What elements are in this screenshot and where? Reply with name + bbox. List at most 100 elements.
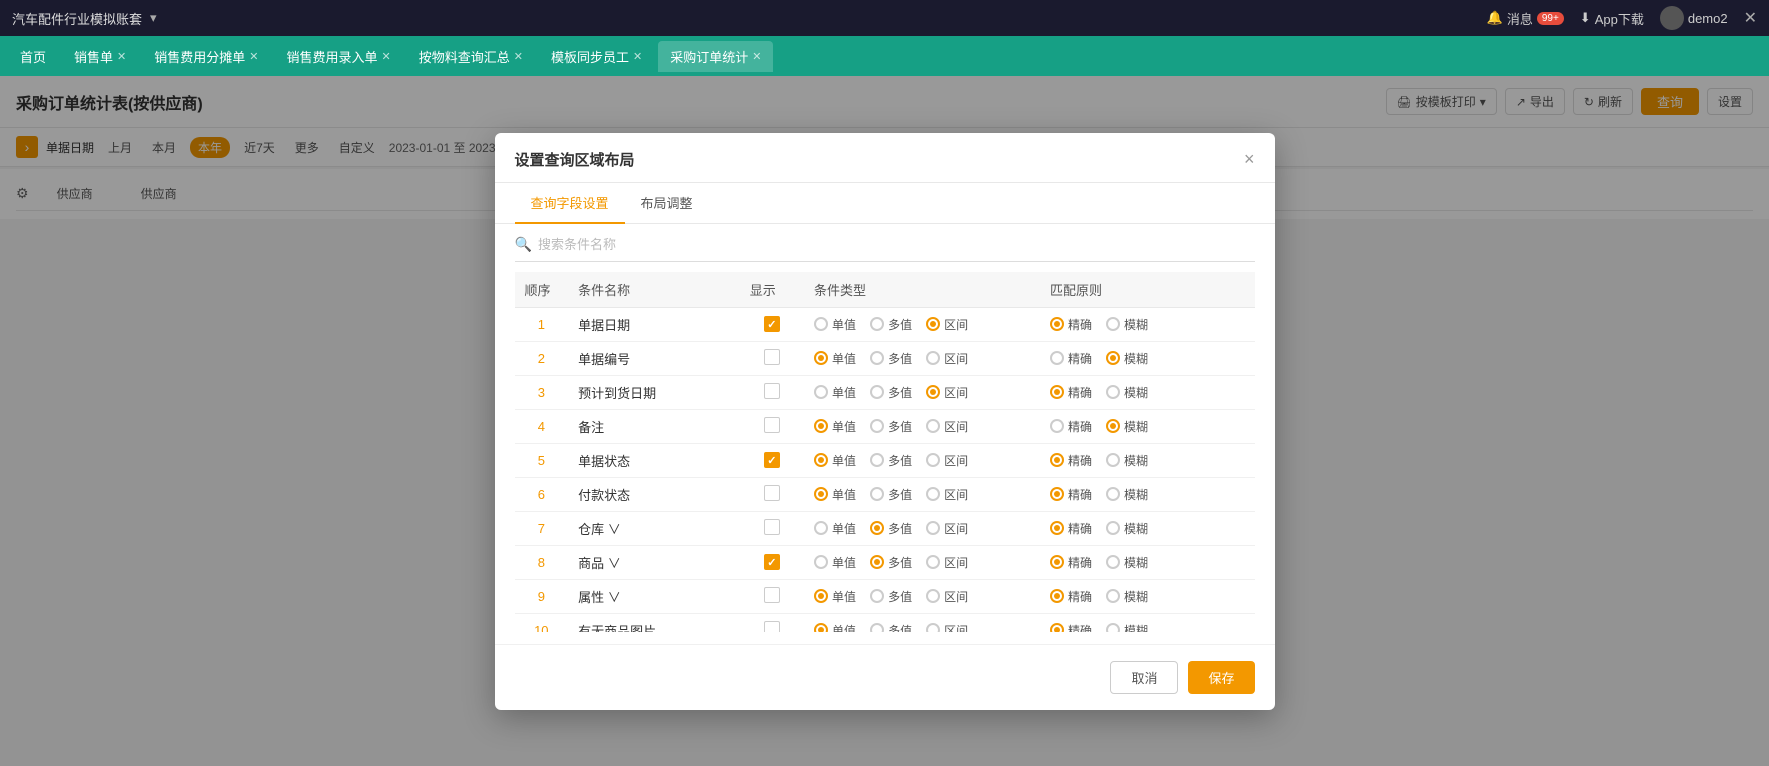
dialog-tab-layout[interactable]: 布局调整 — [625, 183, 709, 224]
nav-tab-material-close[interactable]: ✕ — [514, 50, 523, 63]
type-radio-item[interactable]: 区间 — [926, 588, 968, 605]
modal-overlay[interactable]: 设置查询区域布局 × 查询字段设置 布局调整 🔍 — [0, 76, 1769, 766]
match-radio-item[interactable]: 模糊 — [1106, 486, 1148, 503]
type-radio-item[interactable]: 区间 — [926, 418, 968, 435]
type-radio-item[interactable]: 区间 — [926, 384, 968, 401]
nav-tab-sales-expense[interactable]: 销售费用分摊单 ✕ — [142, 41, 270, 72]
nav-tab-template-sync-close[interactable]: ✕ — [633, 50, 642, 63]
type-radio-item[interactable]: 单值 — [814, 622, 856, 632]
type-radio-item[interactable]: 单值 — [814, 350, 856, 367]
display-checkbox[interactable] — [764, 519, 780, 535]
match-radio-item[interactable]: 精确 — [1050, 350, 1092, 367]
display-checkbox[interactable] — [764, 383, 780, 399]
display-checkbox[interactable] — [764, 621, 780, 632]
radio-label-text: 区间 — [944, 350, 968, 367]
match-radio-item[interactable]: 精确 — [1050, 384, 1092, 401]
app-download-button[interactable]: ⬇ App下载 — [1580, 9, 1644, 28]
match-radio-item[interactable]: 模糊 — [1106, 418, 1148, 435]
radio-circle-icon — [814, 623, 828, 632]
type-radio-item[interactable]: 区间 — [926, 622, 968, 632]
type-radio-item[interactable]: 单值 — [814, 554, 856, 571]
match-radio-item[interactable]: 模糊 — [1106, 520, 1148, 537]
nav-tab-sales-close[interactable]: ✕ — [117, 50, 126, 63]
display-checkbox[interactable] — [764, 452, 780, 468]
type-radio-item[interactable]: 单值 — [814, 588, 856, 605]
nav-tab-purchase-stats-close[interactable]: ✕ — [752, 50, 761, 63]
display-checkbox[interactable] — [764, 316, 780, 332]
save-button[interactable]: 保存 — [1188, 661, 1254, 694]
dropdown-arrow-icon[interactable]: ▾ — [150, 10, 157, 26]
radio-circle-icon — [1106, 453, 1120, 467]
dialog-close-button[interactable]: × — [1244, 150, 1255, 168]
radio-circle-icon — [926, 317, 940, 331]
type-radio-item[interactable]: 多值 — [870, 520, 912, 537]
match-radio-item[interactable]: 模糊 — [1106, 452, 1148, 469]
radio-circle-icon — [1106, 589, 1120, 603]
match-radio-item[interactable]: 精确 — [1050, 418, 1092, 435]
radio-circle-icon — [926, 521, 940, 535]
type-radio-item[interactable]: 单值 — [814, 384, 856, 401]
match-radio-item[interactable]: 精确 — [1050, 622, 1092, 632]
match-radio-item[interactable]: 模糊 — [1106, 588, 1148, 605]
display-checkbox[interactable] — [764, 349, 780, 365]
nav-tab-template-sync[interactable]: 模板同步员工 ✕ — [539, 41, 654, 72]
match-radio-item[interactable]: 精确 — [1050, 520, 1092, 537]
match-radio-item[interactable]: 精确 — [1050, 452, 1092, 469]
match-radio-item[interactable]: 精确 — [1050, 588, 1092, 605]
type-radio-item[interactable]: 多值 — [870, 622, 912, 632]
type-radio-item[interactable]: 区间 — [926, 316, 968, 333]
type-radio-item[interactable]: 单值 — [814, 520, 856, 537]
type-radio-item[interactable]: 多值 — [870, 554, 912, 571]
type-radio-item[interactable]: 多值 — [870, 588, 912, 605]
notification-button[interactable]: 🔔 消息 99+ — [1487, 9, 1564, 28]
row-condition-name: 单据编号 — [568, 341, 740, 375]
nav-tab-sales-entry[interactable]: 销售费用录入单 ✕ — [274, 41, 402, 72]
display-checkbox[interactable] — [764, 587, 780, 603]
match-radio-item[interactable]: 模糊 — [1106, 554, 1148, 571]
user-avatar[interactable]: demo2 — [1660, 6, 1728, 30]
display-checkbox[interactable] — [764, 485, 780, 501]
nav-tab-sales-expense-close[interactable]: ✕ — [249, 50, 258, 63]
type-radio-item[interactable]: 多值 — [870, 316, 912, 333]
type-radio-item[interactable]: 多值 — [870, 350, 912, 367]
type-radio-item[interactable]: 区间 — [926, 452, 968, 469]
table-row: 3预计到货日期单值多值区间精确模糊 — [515, 375, 1255, 409]
top-bar-left: 汽车配件行业模拟账套 ▾ — [12, 9, 157, 28]
top-close-button[interactable]: ✕ — [1744, 8, 1757, 28]
nav-tab-purchase-stats[interactable]: 采购订单统计 ✕ — [658, 41, 773, 72]
type-radio-item[interactable]: 单值 — [814, 486, 856, 503]
search-icon: 🔍 — [515, 236, 532, 253]
match-radio-item[interactable]: 精确 — [1050, 554, 1092, 571]
display-checkbox[interactable] — [764, 554, 780, 570]
match-radio-item[interactable]: 模糊 — [1106, 350, 1148, 367]
type-radio-item[interactable]: 多值 — [870, 418, 912, 435]
radio-label-text: 多值 — [888, 486, 912, 503]
type-radio-item[interactable]: 多值 — [870, 486, 912, 503]
conditions-table-scroll[interactable]: 顺序 条件名称 显示 条件类型 匹配原则 1单据日期单值多值区间精确模糊2单据编… — [515, 272, 1255, 632]
condition-search-input[interactable] — [538, 237, 1255, 252]
radio-label-text: 单值 — [832, 384, 856, 401]
match-radio-item[interactable]: 模糊 — [1106, 316, 1148, 333]
nav-tab-material-query[interactable]: 按物料查询汇总 ✕ — [407, 41, 535, 72]
match-radio-item[interactable]: 模糊 — [1106, 384, 1148, 401]
type-radio-item[interactable]: 多值 — [870, 452, 912, 469]
nav-tab-sales-entry-close[interactable]: ✕ — [382, 50, 391, 63]
cancel-button[interactable]: 取消 — [1110, 661, 1178, 694]
type-radio-item[interactable]: 区间 — [926, 554, 968, 571]
match-radio-item[interactable]: 精确 — [1050, 486, 1092, 503]
dialog-tab-query-fields[interactable]: 查询字段设置 — [515, 183, 625, 224]
type-radio-item[interactable]: 多值 — [870, 384, 912, 401]
display-checkbox[interactable] — [764, 417, 780, 433]
type-radio-item[interactable]: 区间 — [926, 486, 968, 503]
type-radio-item[interactable]: 单值 — [814, 316, 856, 333]
radio-circle-icon — [1106, 351, 1120, 365]
match-radio-item[interactable]: 精确 — [1050, 316, 1092, 333]
type-radio-item[interactable]: 单值 — [814, 418, 856, 435]
nav-tab-home[interactable]: 首页 — [8, 41, 58, 72]
type-radio-item[interactable]: 单值 — [814, 452, 856, 469]
match-radio-item[interactable]: 模糊 — [1106, 622, 1148, 632]
row-type-cell: 单值多值区间 — [804, 375, 1040, 409]
type-radio-item[interactable]: 区间 — [926, 520, 968, 537]
nav-tab-sales[interactable]: 销售单 ✕ — [62, 41, 138, 72]
type-radio-item[interactable]: 区间 — [926, 350, 968, 367]
